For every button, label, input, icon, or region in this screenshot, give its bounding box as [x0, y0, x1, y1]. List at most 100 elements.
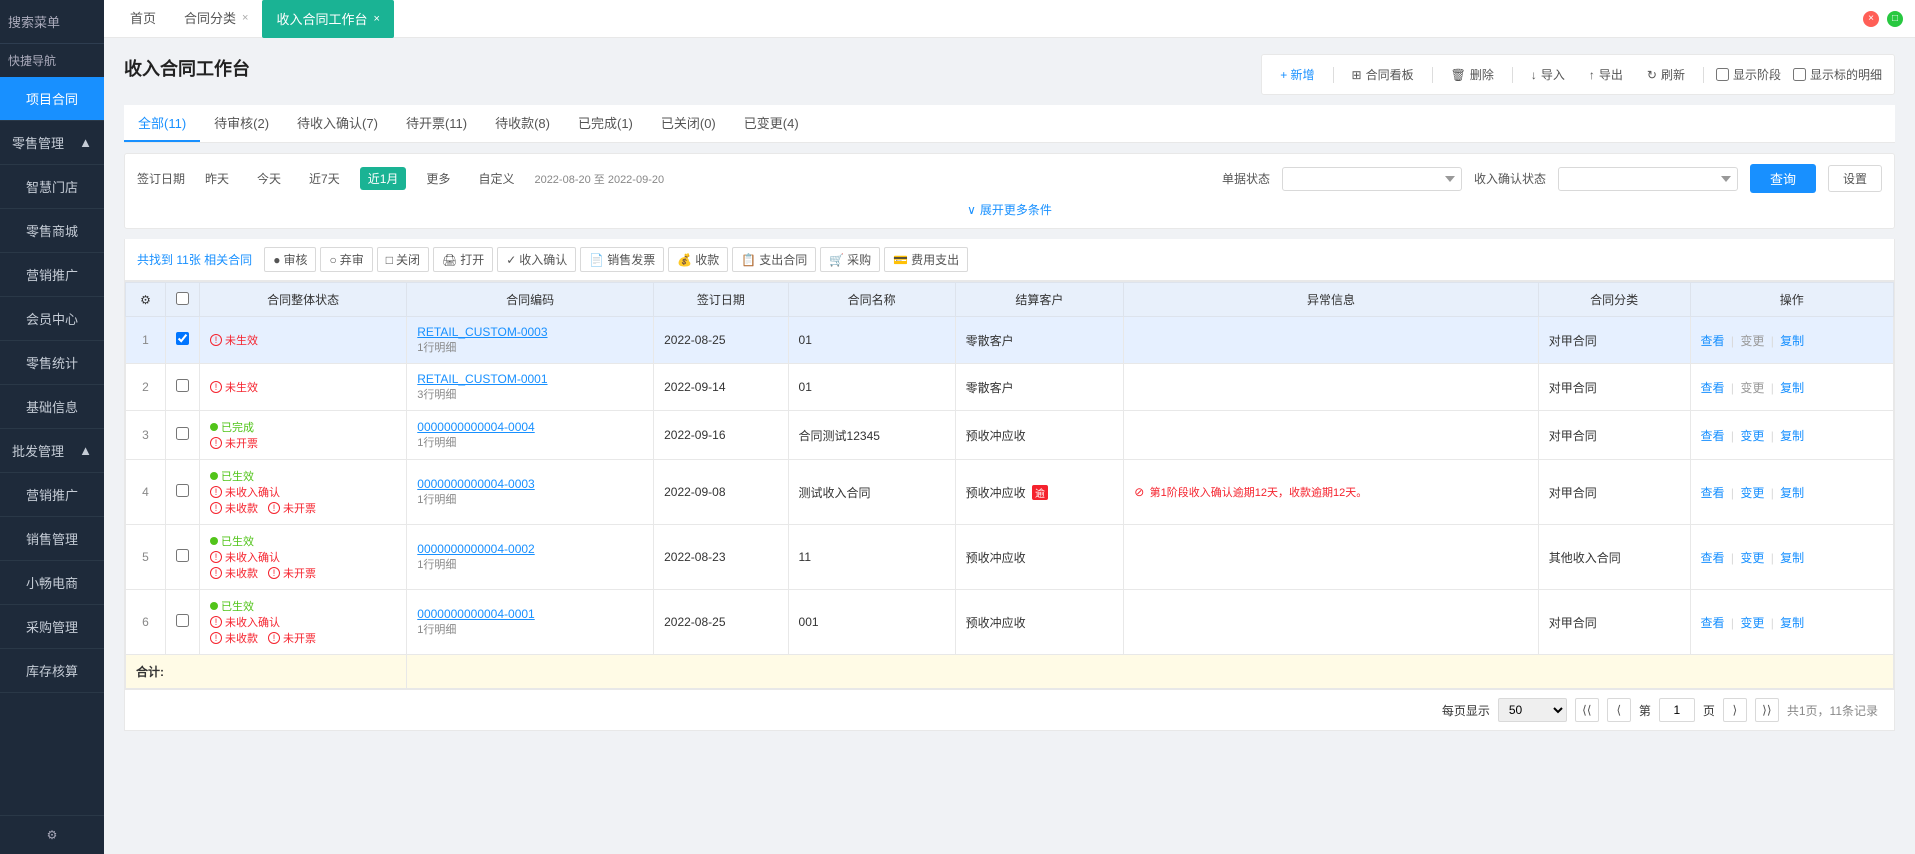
contract-code-link[interactable]: 0000000000004-0003 — [417, 477, 643, 491]
copy-link[interactable]: 复制 — [1780, 551, 1804, 565]
filter-more[interactable]: 更多 — [418, 167, 458, 190]
kanban-button[interactable]: ⊞ 合同看板 — [1346, 63, 1420, 86]
change-link[interactable]: 变更 — [1740, 429, 1764, 443]
filter-tab-pending-income-confirm[interactable]: 待收入确认(7) — [283, 105, 392, 142]
sidebar-item-xiaochangec[interactable]: 小畅电商 — [0, 561, 104, 605]
window-max-btn[interactable]: □ — [1887, 11, 1903, 27]
query-button[interactable]: 查询 — [1750, 164, 1816, 193]
row-checkbox[interactable] — [176, 379, 189, 392]
set-button[interactable]: 设置 — [1828, 165, 1882, 192]
doc-status-select[interactable] — [1282, 167, 1462, 191]
filter-tab-changed[interactable]: 已变更(4) — [730, 105, 813, 142]
copy-link[interactable]: 复制 — [1780, 429, 1804, 443]
print-button[interactable]: 🖨 打开 — [433, 247, 493, 272]
filter-tab-all[interactable]: 全部(11) — [124, 105, 200, 142]
filter-tab-completed[interactable]: 已完成(1) — [564, 105, 647, 142]
show-detail-checkbox[interactable]: 显示标的明细 — [1793, 66, 1882, 83]
sidebar-item-member-center[interactable]: 会员中心 — [0, 297, 104, 341]
view-link[interactable]: 查看 — [1701, 381, 1725, 395]
delete-button[interactable]: 🗑 删除 — [1445, 63, 1500, 86]
copy-link[interactable]: 复制 — [1780, 616, 1804, 630]
copy-link[interactable]: 复制 — [1780, 486, 1804, 500]
next-page-btn[interactable]: ⟩ — [1723, 698, 1747, 722]
sidebar-item-smart-store[interactable]: 智慧门店 — [0, 165, 104, 209]
change-link[interactable]: 变更 — [1740, 616, 1764, 630]
page-input[interactable] — [1659, 698, 1695, 722]
filter-custom[interactable]: 自定义 — [470, 167, 522, 190]
abandon-button[interactable]: ○ 弃审 — [320, 247, 372, 272]
contract-code-link[interactable]: RETAIL_CUSTOM-0003 — [417, 325, 643, 339]
contract-code-link[interactable]: 0000000000004-0002 — [417, 542, 643, 556]
contract-code-link[interactable]: RETAIL_CUSTOM-0001 — [417, 372, 643, 386]
income-confirm-select[interactable] — [1558, 167, 1738, 191]
filter-last1month[interactable]: 近1月 — [360, 167, 407, 190]
tab-contract-category-close[interactable]: × — [242, 12, 248, 24]
sidebar-quicknav[interactable]: 快捷导航 — [0, 44, 104, 77]
row-checkbox[interactable] — [176, 427, 189, 440]
sales-invoice-button[interactable]: 📄 销售发票 — [580, 247, 664, 272]
close-button[interactable]: □ 关闭 — [377, 247, 429, 272]
export-button[interactable]: ↑ 导出 — [1583, 63, 1629, 86]
sidebar-item-inventory[interactable]: 库存核算 — [0, 649, 104, 693]
income-confirm-button[interactable]: ✓ 收入确认 — [497, 247, 576, 272]
tab-income-workbench-close[interactable]: × — [373, 13, 379, 25]
row-checkbox-cell[interactable] — [166, 317, 200, 364]
col-header-settings[interactable]: ⚙ — [126, 283, 166, 317]
audit-button[interactable]: ● 审核 — [264, 247, 316, 272]
sidebar-item-basic-info[interactable]: 基础信息 — [0, 385, 104, 429]
filter-last7[interactable]: 近7天 — [301, 167, 348, 190]
sidebar-item-purchase[interactable]: 采购管理 — [0, 605, 104, 649]
prev-page-btn[interactable]: ⟨ — [1607, 698, 1631, 722]
show-stage-checkbox[interactable]: 显示阶段 — [1716, 66, 1781, 83]
sidebar-item-retail-mall[interactable]: 零售商城 — [0, 209, 104, 253]
row-checkbox[interactable] — [176, 484, 189, 497]
sidebar-item-wholesale[interactable]: 批发管理▲ — [0, 429, 104, 473]
sidebar-item-retail-stats[interactable]: 零售统计 — [0, 341, 104, 385]
view-link[interactable]: 查看 — [1701, 486, 1725, 500]
row-checkbox[interactable] — [176, 549, 189, 562]
row-checkbox[interactable] — [176, 614, 189, 627]
filter-tab-pending-collect[interactable]: 待收款(8) — [481, 105, 564, 142]
sidebar-item-project-contract[interactable]: 项目合同 — [0, 77, 104, 121]
select-all-checkbox[interactable] — [176, 292, 189, 305]
expense-button[interactable]: 💳 费用支出 — [884, 247, 968, 272]
filter-tab-closed[interactable]: 已关闭(0) — [647, 105, 730, 142]
view-link[interactable]: 查看 — [1701, 551, 1725, 565]
sidebar-item-retail-management[interactable]: 零售管理▲ — [0, 121, 104, 165]
view-link[interactable]: 查看 — [1701, 616, 1725, 630]
window-close-btn[interactable]: × — [1863, 11, 1879, 27]
refresh-button[interactable]: ↻ 刷新 — [1641, 63, 1691, 86]
view-link[interactable]: 查看 — [1701, 334, 1725, 348]
import-button[interactable]: ↓ 导入 — [1525, 63, 1571, 86]
tab-contract-category[interactable]: 合同分类 × — [170, 0, 262, 38]
change-link[interactable]: 变更 — [1740, 486, 1764, 500]
new-button[interactable]: + 新增 — [1274, 63, 1320, 86]
purchase-button[interactable]: 🛒 采购 — [820, 247, 880, 272]
copy-link[interactable]: 复制 — [1780, 381, 1804, 395]
sidebar-item-marketing2[interactable]: 营销推广 — [0, 473, 104, 517]
contract-code-link[interactable]: 0000000000004-0001 — [417, 607, 643, 621]
filter-today[interactable]: 今天 — [249, 167, 289, 190]
sidebar-item-sales-mgmt[interactable]: 销售管理 — [0, 517, 104, 561]
filter-tab-pending-audit[interactable]: 待审核(2) — [200, 105, 283, 142]
sidebar-settings[interactable]: ⚙ — [0, 815, 104, 854]
out-contract-button[interactable]: 📋 支出合同 — [732, 247, 816, 272]
contract-code-link[interactable]: 0000000000004-0004 — [417, 420, 643, 434]
filter-yesterday[interactable]: 昨天 — [197, 167, 237, 190]
col-header-check[interactable] — [166, 283, 200, 317]
sidebar-item-marketing[interactable]: 营销推广 — [0, 253, 104, 297]
change-link[interactable]: 变更 — [1740, 334, 1764, 348]
tab-home[interactable]: 首页 — [116, 0, 170, 38]
change-link[interactable]: 变更 — [1740, 381, 1764, 395]
change-link[interactable]: 变更 — [1740, 551, 1764, 565]
collect-button[interactable]: 💰 收款 — [668, 247, 728, 272]
last-page-btn[interactable]: ⟩⟩ — [1755, 698, 1779, 722]
tab-income-workbench[interactable]: 收入合同工作台 × — [262, 0, 393, 38]
row-checkbox[interactable] — [176, 332, 189, 345]
filter-tab-pending-invoice[interactable]: 待开票(11) — [392, 105, 481, 142]
copy-link[interactable]: 复制 — [1780, 334, 1804, 348]
expand-more-btn[interactable]: ∨ 展开更多条件 — [967, 201, 1052, 218]
sidebar-search[interactable]: 搜索菜单 — [0, 0, 104, 44]
first-page-btn[interactable]: ⟨⟨ — [1575, 698, 1599, 722]
page-size-select[interactable]: 50 20 100 — [1498, 698, 1567, 722]
